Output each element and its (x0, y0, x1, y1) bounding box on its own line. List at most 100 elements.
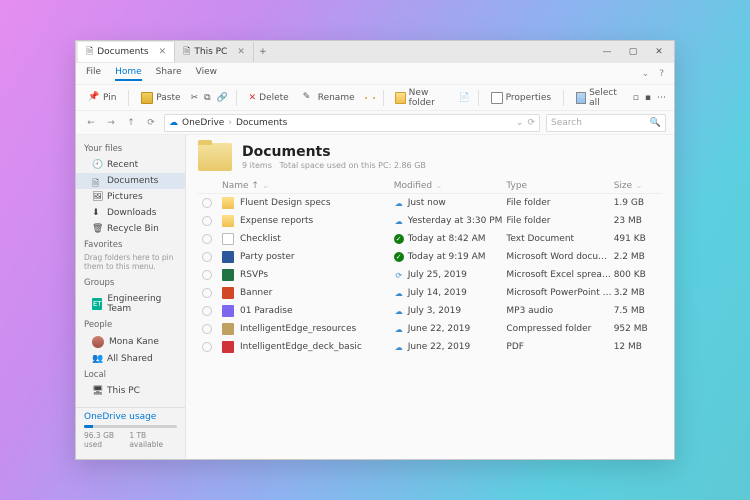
menu-item[interactable]: File (86, 67, 101, 81)
forward-button[interactable]: → (104, 118, 118, 128)
sidebar: Your files 🕘Recent🗎Documents🖼Pictures⬇Do… (76, 135, 186, 459)
row-checkbox[interactable] (202, 306, 212, 316)
copy-to-icon[interactable] (373, 97, 375, 99)
recycle-bin-icon: 🗑 (92, 224, 102, 234)
table-row[interactable]: IntelligentEdge_resources☁June 22, 2019C… (198, 320, 662, 338)
table-row[interactable]: RSVPs⟳July 25, 2019Microsoft Excel sprea… (198, 266, 662, 284)
file-name: Banner (240, 288, 272, 298)
help-icon[interactable]: ? (659, 69, 664, 79)
column-headers[interactable]: Name ↑ ⌄ Modified ⌄ Type Size ⌄ (198, 177, 662, 194)
table-row[interactable]: Banner☁July 14, 2019Microsoft PowerPoint… (198, 284, 662, 302)
search-input[interactable]: Search 🔍 (546, 114, 666, 132)
col-modified[interactable]: Modified ⌄ (394, 181, 507, 191)
table-row[interactable]: IntelligentEdge_deck_basic☁June 22, 2019… (198, 338, 662, 356)
col-type[interactable]: Type (506, 181, 613, 191)
sidebar-item[interactable]: 🗑Recycle Bin (76, 221, 185, 237)
file-size: 491 KB (614, 234, 662, 244)
refresh-button[interactable]: ⟳ (144, 118, 158, 128)
close-tab-icon[interactable]: ✕ (159, 47, 167, 57)
group-avatar-icon: ET (92, 298, 102, 310)
new-item-icon[interactable]: 📄 (459, 93, 470, 103)
main-pane: Documents 9 items Total space used on th… (186, 135, 674, 459)
pc-icon: 🖥 (92, 386, 102, 396)
move-icon[interactable] (365, 97, 367, 99)
row-checkbox[interactable] (202, 252, 212, 262)
col-size[interactable]: Size ⌄ (614, 181, 662, 191)
tab[interactable]: 🗎Documents✕ (78, 42, 175, 62)
close-tab-icon[interactable]: ✕ (237, 47, 245, 57)
up-button[interactable]: ↑ (124, 118, 138, 128)
maximize-button[interactable]: ▢ (620, 47, 646, 57)
sidebar-item-person[interactable]: Mona Kane (76, 333, 185, 351)
history-icon[interactable]: ⟳ (527, 118, 535, 128)
col-name[interactable]: Name ↑ ⌄ (222, 181, 394, 191)
breadcrumb[interactable]: ☁ OneDrive › Documents ⌄ ⟳ (164, 114, 540, 132)
sidebar-item[interactable]: 🗎Documents (76, 173, 185, 189)
table-row[interactable]: Checklist✓Today at 8:42 AMText Document4… (198, 230, 662, 248)
chevron-down-icon[interactable]: ⌄ (516, 118, 524, 128)
sidebar-item[interactable]: 🕘Recent (76, 157, 185, 173)
row-checkbox[interactable] (202, 216, 212, 226)
file-type: Compressed folder (506, 324, 613, 334)
file-type: Text Document (506, 234, 613, 244)
table-row[interactable]: Party poster✓Today at 9:19 AMMicrosoft W… (198, 248, 662, 266)
window-controls: — ▢ ✕ (594, 47, 672, 57)
minimize-button[interactable]: — (594, 47, 620, 57)
file-type-icon (222, 233, 234, 245)
menu-bar: File Home Share View ⌄ ? (76, 63, 674, 85)
menu-item[interactable]: Home (115, 67, 142, 81)
new-tab-button[interactable]: + (254, 47, 272, 57)
sync-status-icon: ☁ (394, 324, 404, 334)
properties-button[interactable]: Properties (487, 89, 555, 107)
select-none-icon[interactable]: ▫ (633, 93, 639, 103)
new-folder-button[interactable]: New folder (391, 89, 452, 107)
copy-icon[interactable]: ⧉ (204, 93, 210, 103)
cut-icon[interactable]: ✂ (191, 93, 199, 103)
file-size: 952 MB (614, 324, 662, 334)
downloads-icon: ⬇ (92, 208, 102, 218)
paste-button[interactable]: Paste (137, 89, 184, 107)
row-checkbox[interactable] (202, 234, 212, 244)
more-icon[interactable]: ⋯ (657, 93, 666, 103)
file-modified: July 25, 2019 (408, 270, 467, 280)
close-button[interactable]: ✕ (646, 47, 672, 57)
row-checkbox[interactable] (202, 270, 212, 280)
file-size: 12 MB (614, 342, 662, 352)
path-icon[interactable]: 🔗 (217, 93, 228, 103)
table-row[interactable]: Expense reports☁Yesterday at 3:30 PMFile… (198, 212, 662, 230)
row-checkbox[interactable] (202, 342, 212, 352)
sidebar-item[interactable]: 🖼Pictures (76, 189, 185, 205)
menu-item[interactable]: View (196, 67, 217, 81)
row-checkbox[interactable] (202, 198, 212, 208)
pin-button[interactable]: 📌Pin (84, 89, 120, 107)
file-size: 2.2 MB (614, 252, 662, 262)
table-row[interactable]: Fluent Design specs☁Just nowFile folder1… (198, 194, 662, 212)
pin-icon: 📌 (88, 92, 100, 104)
ribbon: 📌Pin Paste ✂ ⧉ 🔗 ✕Delete ✎Rename New fol… (76, 85, 674, 111)
sidebar-item-group[interactable]: ETEngineering Team (76, 291, 185, 317)
menu-item[interactable]: Share (156, 67, 182, 81)
sidebar-item[interactable]: ⬇Downloads (76, 205, 185, 221)
file-type-icon (222, 251, 234, 263)
breadcrumb-leaf[interactable]: Documents (236, 118, 287, 128)
row-checkbox[interactable] (202, 288, 212, 298)
delete-icon: ✕ (249, 93, 257, 103)
breadcrumb-root[interactable]: OneDrive (182, 118, 224, 128)
back-button[interactable]: ← (84, 118, 98, 128)
document-icon: 🗎 (86, 44, 93, 60)
invert-selection-icon[interactable]: ▪ (645, 93, 651, 103)
sync-status-icon: ✓ (394, 252, 404, 262)
tab[interactable]: 🗎This PC✕ (175, 42, 254, 62)
file-type-icon (222, 305, 234, 317)
sidebar-item-thispc[interactable]: 🖥This PC (76, 383, 185, 399)
table-row[interactable]: 01 Paradise☁July 3, 2019MP3 audio7.5 MB (198, 302, 662, 320)
file-modified: Yesterday at 3:30 PM (408, 216, 503, 226)
sidebar-item-allshared[interactable]: 👥All Shared (76, 351, 185, 367)
file-type-icon (222, 215, 234, 227)
select-all-button[interactable]: Select all (572, 89, 627, 107)
rename-button[interactable]: ✎Rename (299, 89, 359, 107)
ribbon-collapse-icon[interactable]: ⌄ (642, 69, 650, 79)
select-all-icon (576, 92, 586, 104)
row-checkbox[interactable] (202, 324, 212, 334)
delete-button[interactable]: ✕Delete (245, 89, 293, 107)
